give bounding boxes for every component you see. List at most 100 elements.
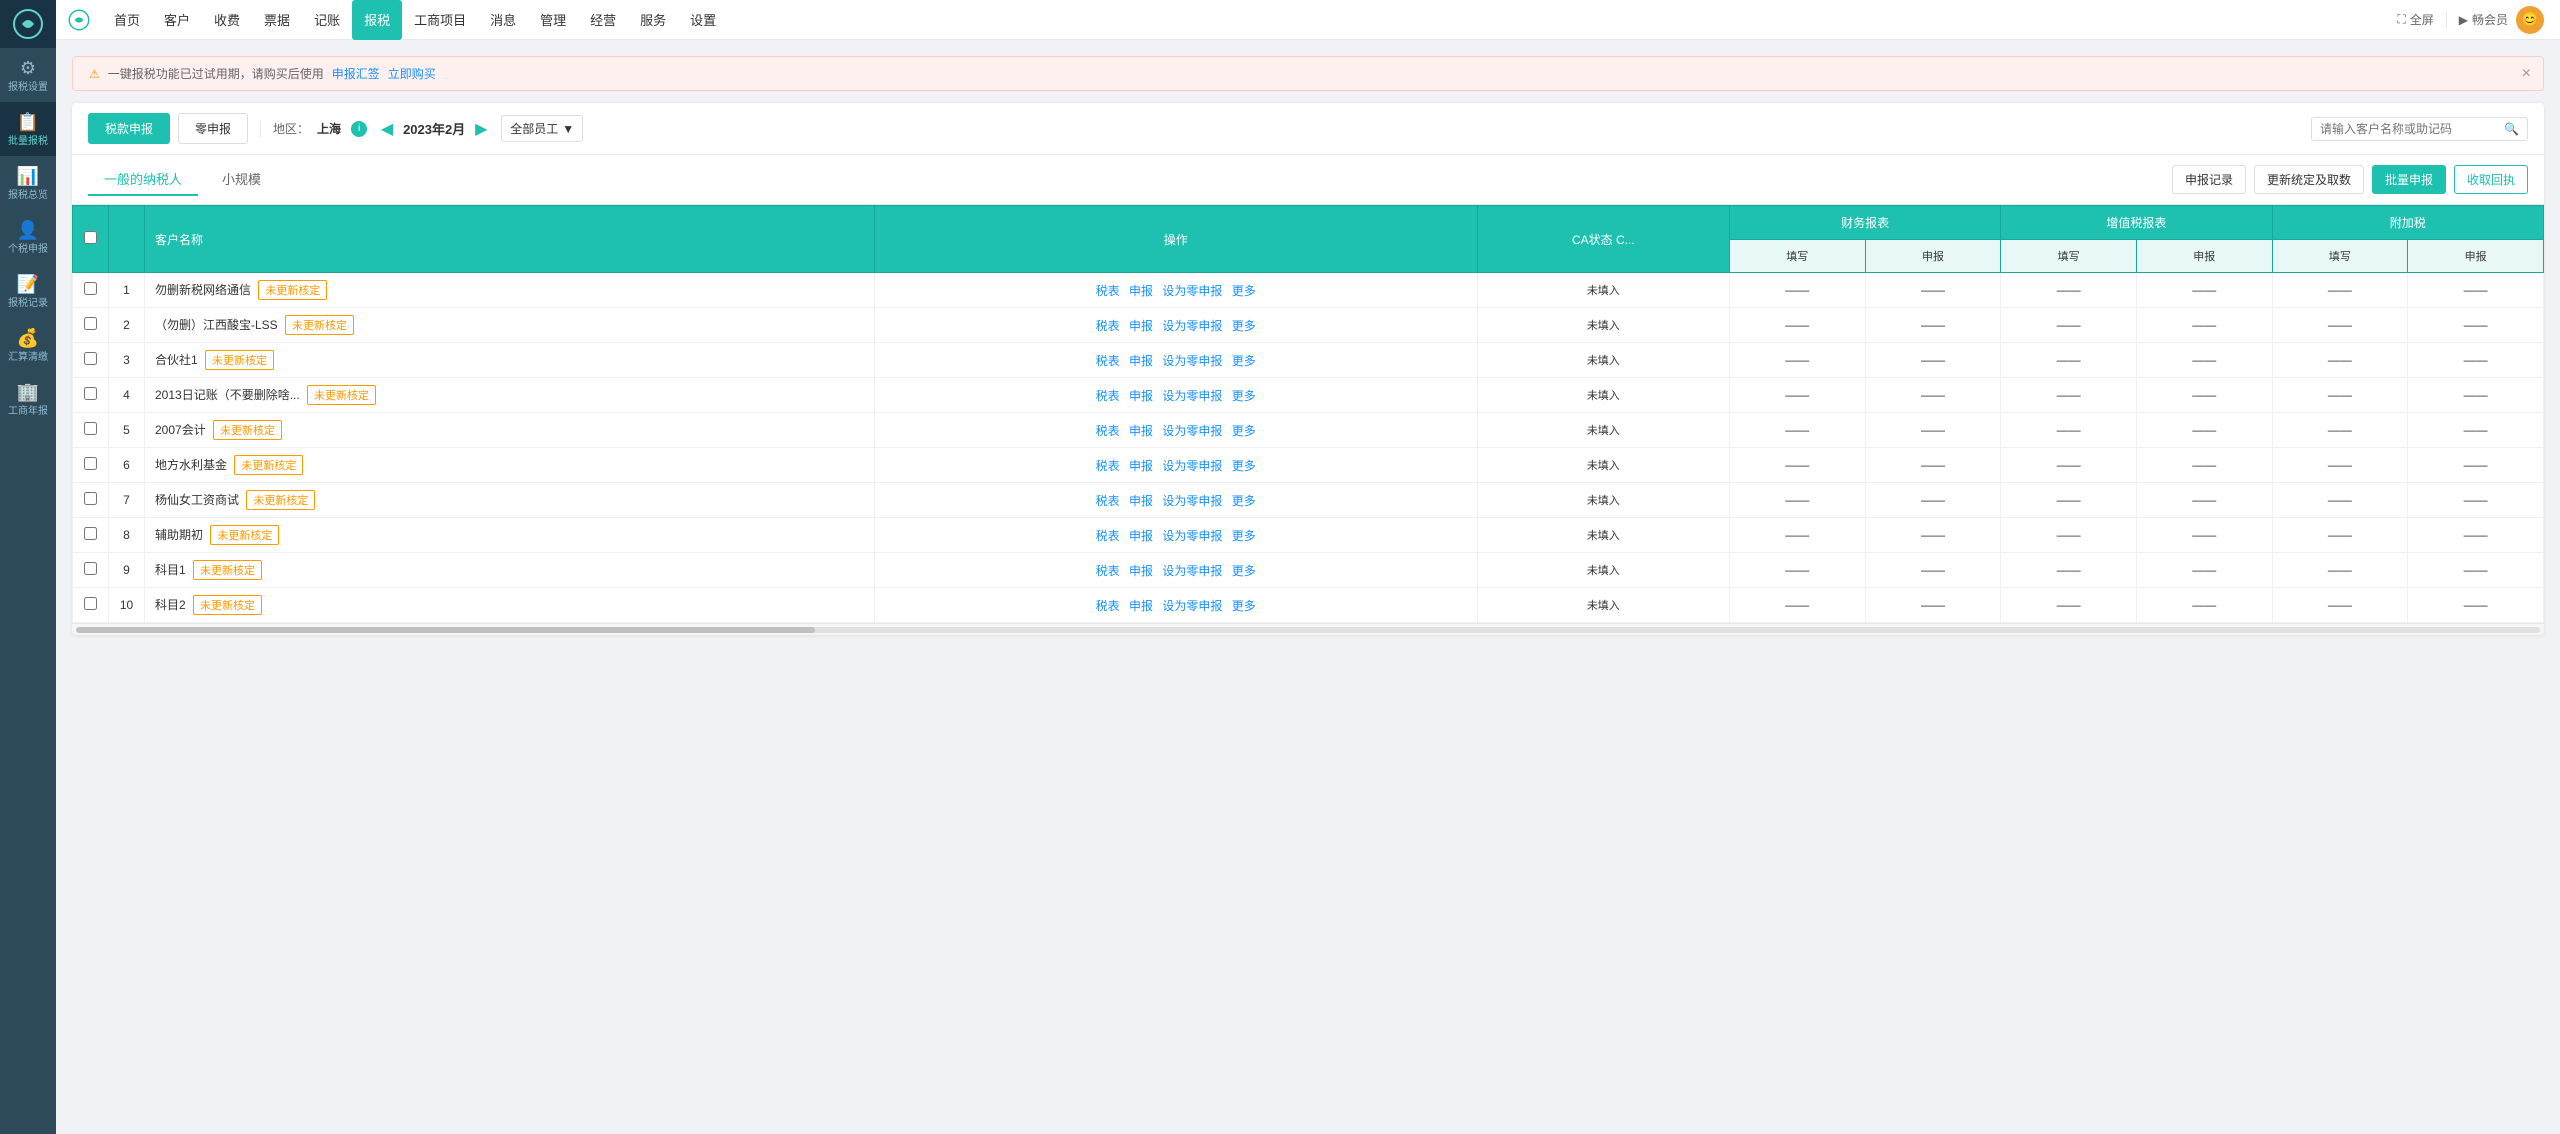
action-4-3[interactable]: 更多 bbox=[1232, 424, 1256, 438]
action-4-1[interactable]: 申报 bbox=[1129, 424, 1153, 438]
action-5-0[interactable]: 税表 bbox=[1096, 459, 1120, 473]
action-4-0[interactable]: 税表 bbox=[1096, 424, 1120, 438]
nav-manage[interactable]: 管理 bbox=[528, 0, 578, 40]
row-checkbox-0[interactable] bbox=[84, 282, 97, 295]
user-avatar[interactable]: 😊 bbox=[2516, 6, 2544, 34]
alert-link-declaration[interactable]: 申报汇签 bbox=[332, 65, 380, 82]
nav-billing[interactable]: 收费 bbox=[202, 0, 252, 40]
action-7-2[interactable]: 设为零申报 bbox=[1162, 529, 1222, 543]
date-next-button[interactable]: ▶ bbox=[469, 117, 493, 141]
row-actions-9: 税表 申报 设为零申报 更多 bbox=[874, 588, 1477, 623]
row-checkbox-5[interactable] bbox=[84, 457, 97, 470]
row-checkbox-8[interactable] bbox=[84, 562, 97, 575]
action-0-2[interactable]: 设为零申报 bbox=[1162, 284, 1222, 298]
action-1-2[interactable]: 设为零申报 bbox=[1162, 319, 1222, 333]
tab-small-scale[interactable]: 小规模 bbox=[206, 163, 277, 196]
action-0-1[interactable]: 申报 bbox=[1129, 284, 1153, 298]
nav-settings[interactable]: 设置 bbox=[678, 0, 728, 40]
nav-business[interactable]: 工商项目 bbox=[402, 0, 478, 40]
search-icon[interactable]: 🔍 bbox=[2504, 122, 2519, 136]
action-5-2[interactable]: 设为零申报 bbox=[1162, 459, 1222, 473]
action-1-0[interactable]: 税表 bbox=[1096, 319, 1120, 333]
nav-invoice[interactable]: 票据 bbox=[252, 0, 302, 40]
alert-close-button[interactable]: × bbox=[2522, 65, 2531, 83]
btn-collect-receipt[interactable]: 收取回执 bbox=[2454, 165, 2528, 194]
nav-operations[interactable]: 经营 bbox=[578, 0, 628, 40]
row-checkbox-4[interactable] bbox=[84, 422, 97, 435]
row-checkbox-7[interactable] bbox=[84, 527, 97, 540]
action-9-2[interactable]: 设为零申报 bbox=[1162, 599, 1222, 613]
action-9-3[interactable]: 更多 bbox=[1232, 599, 1256, 613]
row-checkbox-9[interactable] bbox=[84, 597, 97, 610]
action-3-3[interactable]: 更多 bbox=[1232, 389, 1256, 403]
search-input[interactable] bbox=[2320, 122, 2500, 136]
action-7-3[interactable]: 更多 bbox=[1232, 529, 1256, 543]
member-button[interactable]: ▶ 畅会员 bbox=[2459, 11, 2508, 28]
row-actions-1: 税表 申报 设为零申报 更多 bbox=[874, 308, 1477, 343]
action-2-3[interactable]: 更多 bbox=[1232, 354, 1256, 368]
nav-messages[interactable]: 消息 bbox=[478, 0, 528, 40]
tab-zero-declaration[interactable]: 零申报 bbox=[178, 113, 248, 144]
action-8-3[interactable]: 更多 bbox=[1232, 564, 1256, 578]
tab-general-taxpayer[interactable]: 一般的纳税人 bbox=[88, 163, 198, 196]
row-addReport-3: —— bbox=[2408, 378, 2544, 413]
action-4-2[interactable]: 设为零申报 bbox=[1162, 424, 1222, 438]
action-1-3[interactable]: 更多 bbox=[1232, 319, 1256, 333]
row-checkbox-6[interactable] bbox=[84, 492, 97, 505]
action-7-0[interactable]: 税表 bbox=[1096, 529, 1120, 543]
employee-filter[interactable]: 全部员工 ▼ bbox=[501, 115, 583, 142]
sidebar-item-tax-settings[interactable]: ⚙ 报税设置 bbox=[0, 48, 56, 102]
action-1-1[interactable]: 申报 bbox=[1129, 319, 1153, 333]
action-6-2[interactable]: 设为零申报 bbox=[1162, 494, 1222, 508]
btn-batch-declare[interactable]: 批量申报 bbox=[2372, 165, 2446, 194]
sidebar-item-tax-overview[interactable]: 📊 报税总览 bbox=[0, 156, 56, 210]
row-finReport-0: —— bbox=[1865, 273, 2001, 308]
row-ca-0: 未填入 bbox=[1477, 273, 1729, 308]
action-2-0[interactable]: 税表 bbox=[1096, 354, 1120, 368]
row-checkbox-1[interactable] bbox=[84, 317, 97, 330]
action-8-2[interactable]: 设为零申报 bbox=[1162, 564, 1222, 578]
action-9-1[interactable]: 申报 bbox=[1129, 599, 1153, 613]
sidebar-item-annual-settlement[interactable]: 💰 汇算清缴 bbox=[0, 318, 56, 372]
row-name-4: 2007会计 未更新核定 bbox=[145, 413, 875, 448]
action-5-1[interactable]: 申报 bbox=[1129, 459, 1153, 473]
nav-bookkeeping[interactable]: 记账 bbox=[302, 0, 352, 40]
sidebar-item-batch-tax[interactable]: 📋 批量报税 bbox=[0, 102, 56, 156]
sidebar-item-tax-records[interactable]: 📝 报税记录 bbox=[0, 264, 56, 318]
select-all-checkbox[interactable] bbox=[84, 231, 97, 244]
action-2-1[interactable]: 申报 bbox=[1129, 354, 1153, 368]
action-3-0[interactable]: 税表 bbox=[1096, 389, 1120, 403]
sidebar-item-business-annual[interactable]: 🏢 工商年报 bbox=[0, 372, 56, 426]
action-6-0[interactable]: 税表 bbox=[1096, 494, 1120, 508]
date-prev-button[interactable]: ◀ bbox=[375, 117, 399, 141]
fullscreen-button[interactable]: ⛶ 全屏 bbox=[2397, 11, 2433, 28]
row-checkbox-3[interactable] bbox=[84, 387, 97, 400]
alert-link-buy[interactable]: 立即购买 bbox=[388, 65, 436, 82]
sidebar-item-individual-tax[interactable]: 👤 个税申报 bbox=[0, 210, 56, 264]
btn-declaration-records[interactable]: 申报记录 bbox=[2172, 165, 2246, 194]
row-checkbox-2[interactable] bbox=[84, 352, 97, 365]
action-3-1[interactable]: 申报 bbox=[1129, 389, 1153, 403]
tab-tax-declaration[interactable]: 税款申报 bbox=[88, 113, 170, 144]
row-taxReport-4: —— bbox=[2136, 413, 2272, 448]
row-finFill-7: —— bbox=[1729, 518, 1865, 553]
btn-update-fetch[interactable]: 更新统定及取数 bbox=[2254, 165, 2364, 194]
action-5-3[interactable]: 更多 bbox=[1232, 459, 1256, 473]
action-8-1[interactable]: 申报 bbox=[1129, 564, 1153, 578]
nav-customer[interactable]: 客户 bbox=[152, 0, 202, 40]
action-9-0[interactable]: 税表 bbox=[1096, 599, 1120, 613]
nav-home[interactable]: 首页 bbox=[102, 0, 152, 40]
action-6-3[interactable]: 更多 bbox=[1232, 494, 1256, 508]
region-info-icon[interactable]: i bbox=[351, 121, 367, 137]
action-6-1[interactable]: 申报 bbox=[1129, 494, 1153, 508]
nav-tax[interactable]: 报税 bbox=[352, 0, 402, 40]
action-7-1[interactable]: 申报 bbox=[1129, 529, 1153, 543]
action-0-3[interactable]: 更多 bbox=[1232, 284, 1256, 298]
nav-services[interactable]: 服务 bbox=[628, 0, 678, 40]
action-8-0[interactable]: 税表 bbox=[1096, 564, 1120, 578]
row-name-9: 科目2 未更新核定 bbox=[145, 588, 875, 623]
horizontal-scrollbar[interactable] bbox=[72, 623, 2544, 635]
action-2-2[interactable]: 设为零申报 bbox=[1162, 354, 1222, 368]
action-3-2[interactable]: 设为零申报 bbox=[1162, 389, 1222, 403]
action-0-0[interactable]: 税表 bbox=[1096, 284, 1120, 298]
